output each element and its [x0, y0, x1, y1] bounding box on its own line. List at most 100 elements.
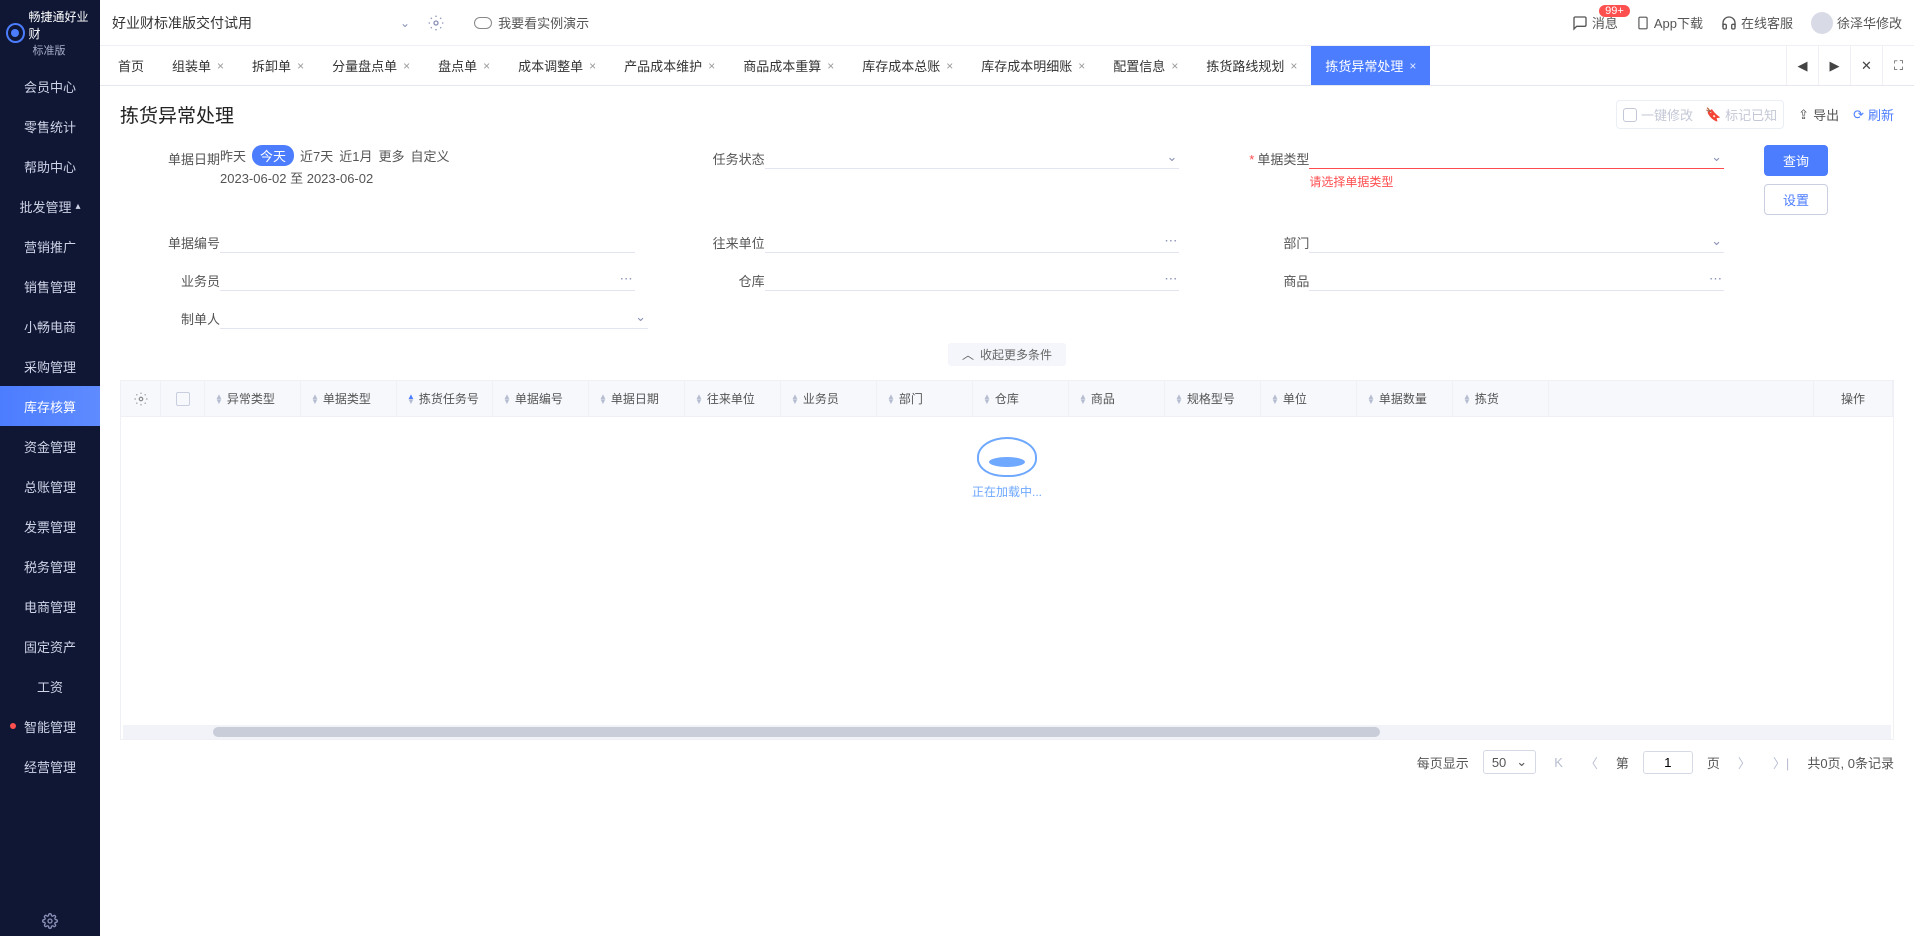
tab-2[interactable]: 拆卸单× [238, 46, 318, 85]
tabs-close-all[interactable]: ✕ [1850, 46, 1882, 85]
sidebar-item-14[interactable]: 固定资产 [0, 626, 100, 666]
close-icon[interactable]: × [483, 59, 490, 73]
tab-10[interactable]: 配置信息× [1099, 46, 1192, 85]
tabs-scroll-right[interactable]: ▶ [1818, 46, 1850, 85]
dept-input[interactable] [1309, 229, 1724, 253]
page-prev[interactable]: 〈 [1581, 753, 1602, 772]
column-header[interactable]: ▲▼商品 [1069, 381, 1165, 416]
sidebar-item-17[interactable]: 经营管理 [0, 746, 100, 786]
column-header[interactable]: ▲▼规格型号 [1165, 381, 1261, 416]
scrollbar-thumb[interactable] [213, 727, 1380, 737]
user-menu[interactable]: 徐泽华修改 [1811, 12, 1902, 34]
sidebar-item-15[interactable]: 工资 [0, 666, 100, 706]
more-icon[interactable]: ⋯ [1709, 271, 1722, 287]
tab-12[interactable]: 拣货异常处理× [1311, 46, 1430, 85]
more-icon[interactable]: ⋯ [620, 271, 633, 287]
column-header[interactable]: ▲▼拣货 [1453, 381, 1549, 416]
page-size-select[interactable]: 50 ⌄ [1483, 750, 1536, 774]
column-header[interactable]: ▲▼部门 [877, 381, 973, 416]
close-icon[interactable]: × [403, 59, 410, 73]
sidebar-item-5[interactable]: 销售管理 [0, 266, 100, 306]
close-icon[interactable]: × [827, 59, 834, 73]
sidebar-item-12[interactable]: 税务管理 [0, 546, 100, 586]
collapse-filters-button[interactable]: ︿ 收起更多条件 [948, 343, 1066, 366]
sales-input[interactable] [220, 267, 635, 291]
page-last[interactable]: 〉| [1769, 753, 1793, 772]
close-icon[interactable]: × [589, 59, 596, 73]
app-download[interactable]: App下载 [1636, 13, 1703, 32]
sidebar-item-11[interactable]: 发票管理 [0, 506, 100, 546]
partner-input[interactable] [765, 229, 1180, 253]
date-quick-option[interactable]: 今天 [252, 145, 294, 166]
sidebar-item-13[interactable]: 电商管理 [0, 586, 100, 626]
page-next[interactable]: 〉 [1734, 753, 1755, 772]
demo-link[interactable]: 我要看实例演示 [474, 13, 589, 32]
tabs-scroll-left[interactable]: ◀ [1786, 46, 1818, 85]
export-button[interactable]: ⇪ 导出 [1798, 105, 1839, 124]
tab-9[interactable]: 库存成本明细账× [967, 46, 1099, 85]
column-header[interactable]: ▲▼单据数量 [1357, 381, 1453, 416]
tab-0[interactable]: 首页 [104, 46, 158, 85]
page-input[interactable] [1643, 751, 1693, 774]
tab-8[interactable]: 库存成本总账× [848, 46, 967, 85]
sidebar-item-6[interactable]: 小畅电商 [0, 306, 100, 346]
sidebar-item-1[interactable]: 零售统计 [0, 106, 100, 146]
sidebar-item-2[interactable]: 帮助中心 [0, 146, 100, 186]
close-icon[interactable]: × [1171, 59, 1178, 73]
close-icon[interactable]: × [1290, 59, 1297, 73]
table-settings[interactable] [121, 381, 161, 416]
column-header[interactable]: ▲▼拣货任务号 [397, 381, 493, 416]
sidebar-item-16[interactable]: 智能管理 [0, 706, 100, 746]
close-icon[interactable]: × [1409, 59, 1416, 73]
column-header[interactable]: ▲▼单据日期 [589, 381, 685, 416]
close-icon[interactable]: × [946, 59, 953, 73]
sidebar-item-3[interactable]: 批发管理▴ [0, 186, 100, 226]
date-quick-option[interactable]: 近1月 [339, 146, 372, 165]
chevron-down-icon[interactable]: ⌄ [1711, 149, 1722, 165]
doc-no-input[interactable] [220, 229, 635, 253]
messages-button[interactable]: 消息 99+ [1572, 13, 1618, 32]
tab-5[interactable]: 成本调整单× [504, 46, 610, 85]
column-header[interactable]: ▲▼单位 [1261, 381, 1357, 416]
sidebar-item-7[interactable]: 采购管理 [0, 346, 100, 386]
tab-3[interactable]: 分量盘点单× [318, 46, 424, 85]
column-header[interactable]: ▲▼单据编号 [493, 381, 589, 416]
close-icon[interactable]: × [708, 59, 715, 73]
select-all[interactable] [161, 381, 205, 416]
column-header[interactable]: ▲▼往来单位 [685, 381, 781, 416]
sidebar-item-9[interactable]: 资金管理 [0, 426, 100, 466]
chevron-down-icon[interactable]: ⌄ [1166, 149, 1177, 165]
sidebar-item-10[interactable]: 总账管理 [0, 466, 100, 506]
warehouse-input[interactable] [765, 267, 1180, 291]
more-icon[interactable]: ⋯ [1164, 233, 1177, 249]
doc-type-input[interactable] [1309, 145, 1724, 169]
product-input[interactable] [1309, 267, 1724, 291]
tab-7[interactable]: 商品成本重算× [729, 46, 848, 85]
close-icon[interactable]: × [217, 59, 224, 73]
topbar-settings[interactable] [428, 15, 444, 31]
horizontal-scrollbar[interactable] [123, 725, 1891, 739]
date-quick-option[interactable]: 近7天 [300, 146, 333, 165]
tab-6[interactable]: 产品成本维护× [610, 46, 729, 85]
tab-1[interactable]: 组装单× [158, 46, 238, 85]
more-icon[interactable]: ⋯ [1164, 271, 1177, 287]
close-icon[interactable]: × [297, 59, 304, 73]
sidebar-settings[interactable] [0, 906, 100, 936]
customer-service[interactable]: 在线客服 [1721, 13, 1793, 32]
task-status-input[interactable] [765, 145, 1180, 169]
tab-4[interactable]: 盘点单× [424, 46, 504, 85]
column-header[interactable]: ▲▼单据类型 [301, 381, 397, 416]
page-first[interactable]: K [1550, 755, 1567, 770]
date-quick-option[interactable]: 自定义 [411, 146, 450, 165]
settings-button[interactable]: 设置 [1764, 184, 1828, 215]
tab-11[interactable]: 拣货路线规划× [1192, 46, 1311, 85]
date-quick-option[interactable]: 昨天 [220, 146, 246, 165]
close-icon[interactable]: × [1078, 59, 1085, 73]
refresh-button[interactable]: ⟳ 刷新 [1853, 105, 1894, 124]
sidebar-item-8[interactable]: 库存核算 [0, 386, 100, 426]
sidebar-item-0[interactable]: 会员中心 [0, 66, 100, 106]
column-header[interactable]: ▲▼业务员 [781, 381, 877, 416]
product-selector[interactable]: 好业财标准版交付试用 ⌄ [112, 13, 410, 33]
column-header[interactable]: ▲▼仓库 [973, 381, 1069, 416]
date-quick-option[interactable]: 更多 [379, 146, 405, 165]
